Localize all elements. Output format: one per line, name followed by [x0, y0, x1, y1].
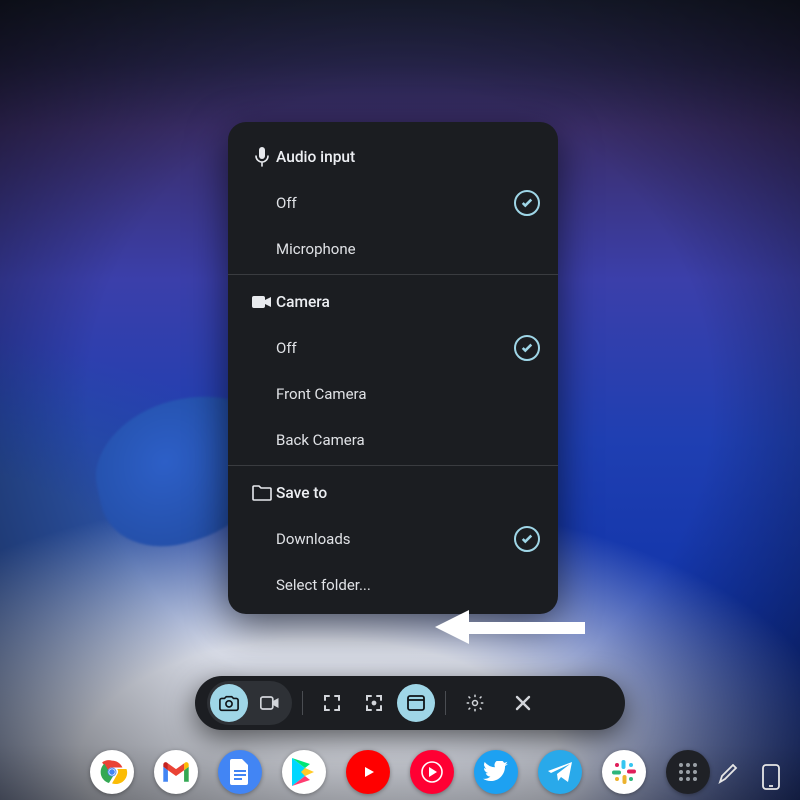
section-audio: Audio input Off Microphone: [228, 130, 558, 274]
app-drawer[interactable]: [666, 750, 710, 794]
app-docs[interactable]: [218, 750, 262, 794]
section-title: Save to: [276, 484, 327, 502]
app-telegram[interactable]: [538, 750, 582, 794]
app-youtube-music[interactable]: [410, 750, 454, 794]
settings-button[interactable]: [456, 684, 494, 722]
app-youtube[interactable]: [346, 750, 390, 794]
section-title: Camera: [276, 293, 330, 311]
capture-settings-panel: Audio input Off Microphone Camera Off Fr…: [228, 122, 558, 614]
option-label: Front Camera: [276, 385, 540, 403]
screenshot-mode-button[interactable]: [210, 684, 248, 722]
app-chrome[interactable]: [90, 750, 134, 794]
option-camera-front[interactable]: Front Camera: [228, 371, 558, 417]
section-save-to: Save to Downloads Select folder...: [228, 465, 558, 610]
option-label: Back Camera: [276, 431, 540, 449]
fullscreen-region-button[interactable]: [313, 684, 351, 722]
record-mode-button[interactable]: [251, 684, 289, 722]
option-camera-back[interactable]: Back Camera: [228, 417, 558, 463]
folder-icon: [248, 485, 276, 501]
option-label: Microphone: [276, 240, 540, 258]
screen-capture-toolbar: [195, 676, 625, 730]
check-circle-icon: [514, 335, 540, 361]
toolbar-separator: [302, 691, 303, 715]
app-gmail[interactable]: [154, 750, 198, 794]
option-audio-microphone[interactable]: Microphone: [228, 226, 558, 272]
section-header-audio: Audio input: [228, 134, 558, 180]
system-tray: [716, 764, 786, 788]
section-camera: Camera Off Front Camera Back Camera: [228, 274, 558, 465]
option-audio-off[interactable]: Off: [228, 180, 558, 226]
option-camera-off[interactable]: Off: [228, 325, 558, 371]
check-circle-icon: [514, 190, 540, 216]
videocam-icon: [248, 295, 276, 309]
capture-mode-segment: [207, 681, 292, 725]
app-play-store[interactable]: [282, 750, 326, 794]
option-save-downloads[interactable]: Downloads: [228, 516, 558, 562]
option-label: Off: [276, 339, 514, 357]
option-label: Downloads: [276, 530, 514, 548]
close-button[interactable]: [504, 684, 542, 722]
section-title: Audio input: [276, 148, 355, 166]
toolbar-separator: [445, 691, 446, 715]
option-label: Select folder...: [276, 576, 540, 594]
phone-hub-icon[interactable]: [762, 764, 786, 788]
stylus-icon[interactable]: [716, 764, 740, 788]
microphone-icon: [248, 147, 276, 167]
option-save-select-folder[interactable]: Select folder...: [228, 562, 558, 608]
option-label: Off: [276, 194, 514, 212]
partial-region-button[interactable]: [355, 684, 393, 722]
section-header-camera: Camera: [228, 279, 558, 325]
section-header-save: Save to: [228, 470, 558, 516]
app-twitter[interactable]: [474, 750, 518, 794]
shelf: [0, 744, 800, 800]
window-region-button[interactable]: [397, 684, 435, 722]
app-slack[interactable]: [602, 750, 646, 794]
check-circle-icon: [514, 526, 540, 552]
